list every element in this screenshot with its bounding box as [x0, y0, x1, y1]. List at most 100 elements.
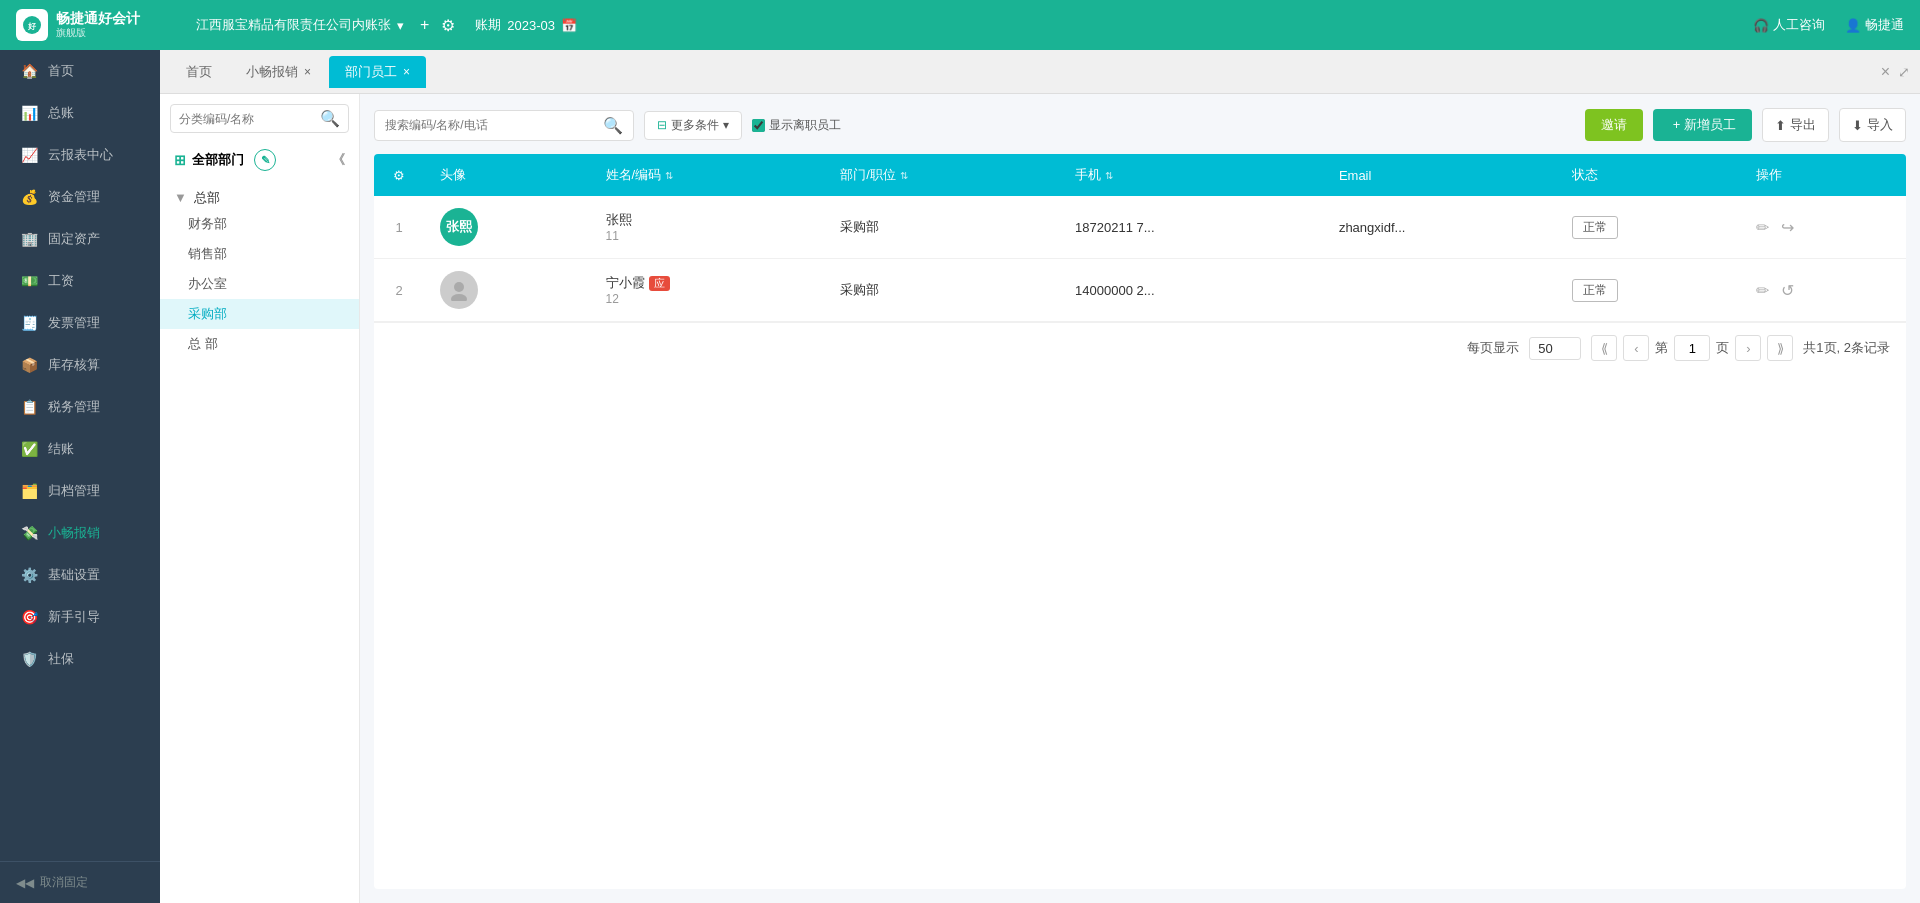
edit-icon-1[interactable]: ✏: [1756, 218, 1769, 237]
avatar-circle-1: 张熙: [440, 208, 478, 246]
export-label: 导出: [1790, 116, 1816, 134]
svg-text:好: 好: [27, 22, 37, 31]
dept-child-sales[interactable]: 销售部: [160, 239, 359, 269]
sidebar-item-inventory[interactable]: 📦 库存核算: [0, 344, 160, 386]
sidebar-label-guide: 新手引导: [48, 608, 100, 626]
prev-page-btn[interactable]: ‹: [1623, 335, 1649, 361]
sidebar-item-home[interactable]: 🏠 首页: [0, 50, 160, 92]
next-page-btn[interactable]: ›: [1735, 335, 1761, 361]
sidebar-label-reports: 云报表中心: [48, 146, 113, 164]
home-icon: 🏠: [20, 62, 38, 80]
export-btn[interactable]: ⬆ 导出: [1762, 108, 1829, 142]
sidebar-item-tax[interactable]: 📋 税务管理: [0, 386, 160, 428]
dept-edit-btn[interactable]: ✎: [254, 149, 276, 171]
logout-icon-1[interactable]: ↪: [1781, 218, 1794, 237]
cancel-fixed-btn[interactable]: ◀◀ 取消固定: [0, 861, 160, 903]
show-resigned-label: 显示离职员工: [769, 117, 841, 134]
filter-label: 更多条件: [671, 117, 719, 134]
col-dept[interactable]: 部门/职位 ⇅: [824, 154, 1059, 196]
per-page-label: 每页显示: [1467, 339, 1519, 357]
sidebar-item-salary[interactable]: 💵 工资: [0, 260, 160, 302]
all-dept-label: 全部部门: [192, 151, 244, 169]
expand-icon: ▼: [174, 190, 187, 205]
last-page-btn[interactable]: ⟫: [1767, 335, 1793, 361]
dept-search-input[interactable]: [179, 112, 320, 126]
sidebar-item-funds[interactable]: 💰 资金管理: [0, 176, 160, 218]
sidebar-item-invoice[interactable]: 🧾 发票管理: [0, 302, 160, 344]
col-gear[interactable]: ⚙: [374, 154, 424, 196]
dept-parent-hq: ▼ 总部: [160, 183, 359, 209]
company-selector[interactable]: 江西服宝精品有限责任公司内账张 ▾: [196, 16, 404, 34]
edit-icon-2[interactable]: ✏: [1756, 281, 1769, 300]
row-name-code: 张熙 11: [590, 196, 825, 259]
first-page-btn[interactable]: ⟪: [1591, 335, 1617, 361]
dept-search-box[interactable]: 🔍: [170, 104, 349, 133]
tab-dept-close[interactable]: ×: [403, 65, 410, 79]
total-records: 共1页, 2条记录: [1803, 339, 1890, 357]
employee-search-box[interactable]: 🔍: [374, 110, 634, 141]
all-dept-btn[interactable]: ⊞ 全部部门 ✎ 《: [160, 141, 359, 179]
settings-btn[interactable]: ⚙: [441, 16, 455, 35]
col-phone[interactable]: 手机 ⇅: [1059, 154, 1323, 196]
status-badge-1: 正常: [1572, 216, 1618, 239]
ledger-icon: 📊: [20, 104, 38, 122]
emp-code-1: 11: [606, 229, 809, 243]
dept-tree: ▼ 总部 财务部 销售部 办公室 采购部 总 部: [160, 179, 359, 363]
sidebar-item-guide[interactable]: 🎯 新手引导: [0, 596, 160, 638]
tab-dept[interactable]: 部门员工 ×: [329, 56, 426, 88]
col-actions: 操作: [1740, 154, 1906, 196]
sidebar-item-archive[interactable]: 🗂️ 归档管理: [0, 470, 160, 512]
pagination: 每页显示 50 100 200 ⟪ ‹ 第 页 ›: [374, 322, 1906, 373]
show-resigned-area[interactable]: 显示离职员工: [752, 117, 841, 134]
sidebar-item-expense[interactable]: 💸 小畅报销: [0, 512, 160, 554]
sidebar-item-ledger[interactable]: 📊 总账: [0, 92, 160, 134]
sidebar-item-checkout[interactable]: ✅ 结账: [0, 428, 160, 470]
col-name[interactable]: 姓名/编码 ⇅: [590, 154, 825, 196]
tab-expense[interactable]: 小畅报销 ×: [230, 56, 327, 88]
row-index: 2: [374, 259, 424, 322]
guide-icon: 🎯: [20, 608, 38, 626]
dropdown-icon: ▾: [397, 18, 404, 33]
assets-icon: 🏢: [20, 230, 38, 248]
sidebar-label-funds: 资金管理: [48, 188, 100, 206]
tab-expand[interactable]: ⤢: [1898, 64, 1910, 80]
filter-btn[interactable]: ⊟ 更多条件 ▾: [644, 111, 742, 140]
sidebar-item-social[interactable]: 🛡️ 社保: [0, 638, 160, 680]
add-employee-btn[interactable]: + 新增员工: [1653, 109, 1752, 141]
dept-child-office[interactable]: 办公室: [160, 269, 359, 299]
dept-child-purchase[interactable]: 采购部: [160, 299, 359, 329]
per-page-select[interactable]: 50 100 200: [1529, 337, 1581, 360]
employee-search-input[interactable]: [385, 118, 603, 132]
calendar-icon[interactable]: 📅: [561, 18, 577, 33]
content-body: 🔍 ⊞ 全部部门 ✎ 《 ▼ 总部 财务部 销售部 办公室 采购部 总 部: [160, 94, 1920, 903]
import-btn[interactable]: ⬇ 导入: [1839, 108, 1906, 142]
collapse-icon[interactable]: 《: [332, 151, 345, 169]
search-icon: 🔍: [603, 116, 623, 135]
sidebar-item-reports[interactable]: 📈 云报表中心: [0, 134, 160, 176]
expense-icon: 💸: [20, 524, 38, 542]
cancel-fixed-label: 取消固定: [40, 874, 88, 891]
svg-point-2: [454, 282, 464, 292]
sidebar-item-settings[interactable]: ⚙️ 基础设置: [0, 554, 160, 596]
sidebar-label-social: 社保: [48, 650, 74, 668]
settings-icon: ⚙️: [20, 566, 38, 584]
tab-home[interactable]: 首页: [170, 56, 228, 88]
user-area[interactable]: 👤 畅捷通: [1845, 16, 1904, 34]
import-label: 导入: [1867, 116, 1893, 134]
add-company-btn[interactable]: +: [420, 16, 429, 34]
tab-close-all[interactable]: ×: [1881, 63, 1890, 81]
dept-child-finance[interactable]: 财务部: [160, 209, 359, 239]
toolbar: 🔍 ⊟ 更多条件 ▾ 显示离职员工 邀请 + 新增员工: [374, 108, 1906, 142]
row-actions-1: ✏ ↪: [1740, 196, 1906, 259]
refresh-icon-2[interactable]: ↺: [1781, 281, 1794, 300]
page-input[interactable]: [1674, 335, 1710, 361]
invite-btn[interactable]: 邀请: [1585, 109, 1643, 141]
ai-consult-label: 人工咨询: [1773, 16, 1825, 34]
pin-icon: ◀◀: [16, 876, 34, 890]
show-resigned-checkbox[interactable]: [752, 119, 765, 132]
sidebar-label-expense: 小畅报销: [48, 524, 100, 542]
dept-child-general[interactable]: 总 部: [160, 329, 359, 359]
sidebar-item-assets[interactable]: 🏢 固定资产: [0, 218, 160, 260]
ai-consult-btn[interactable]: 🎧 人工咨询: [1753, 16, 1825, 34]
tab-expense-close[interactable]: ×: [304, 65, 311, 79]
